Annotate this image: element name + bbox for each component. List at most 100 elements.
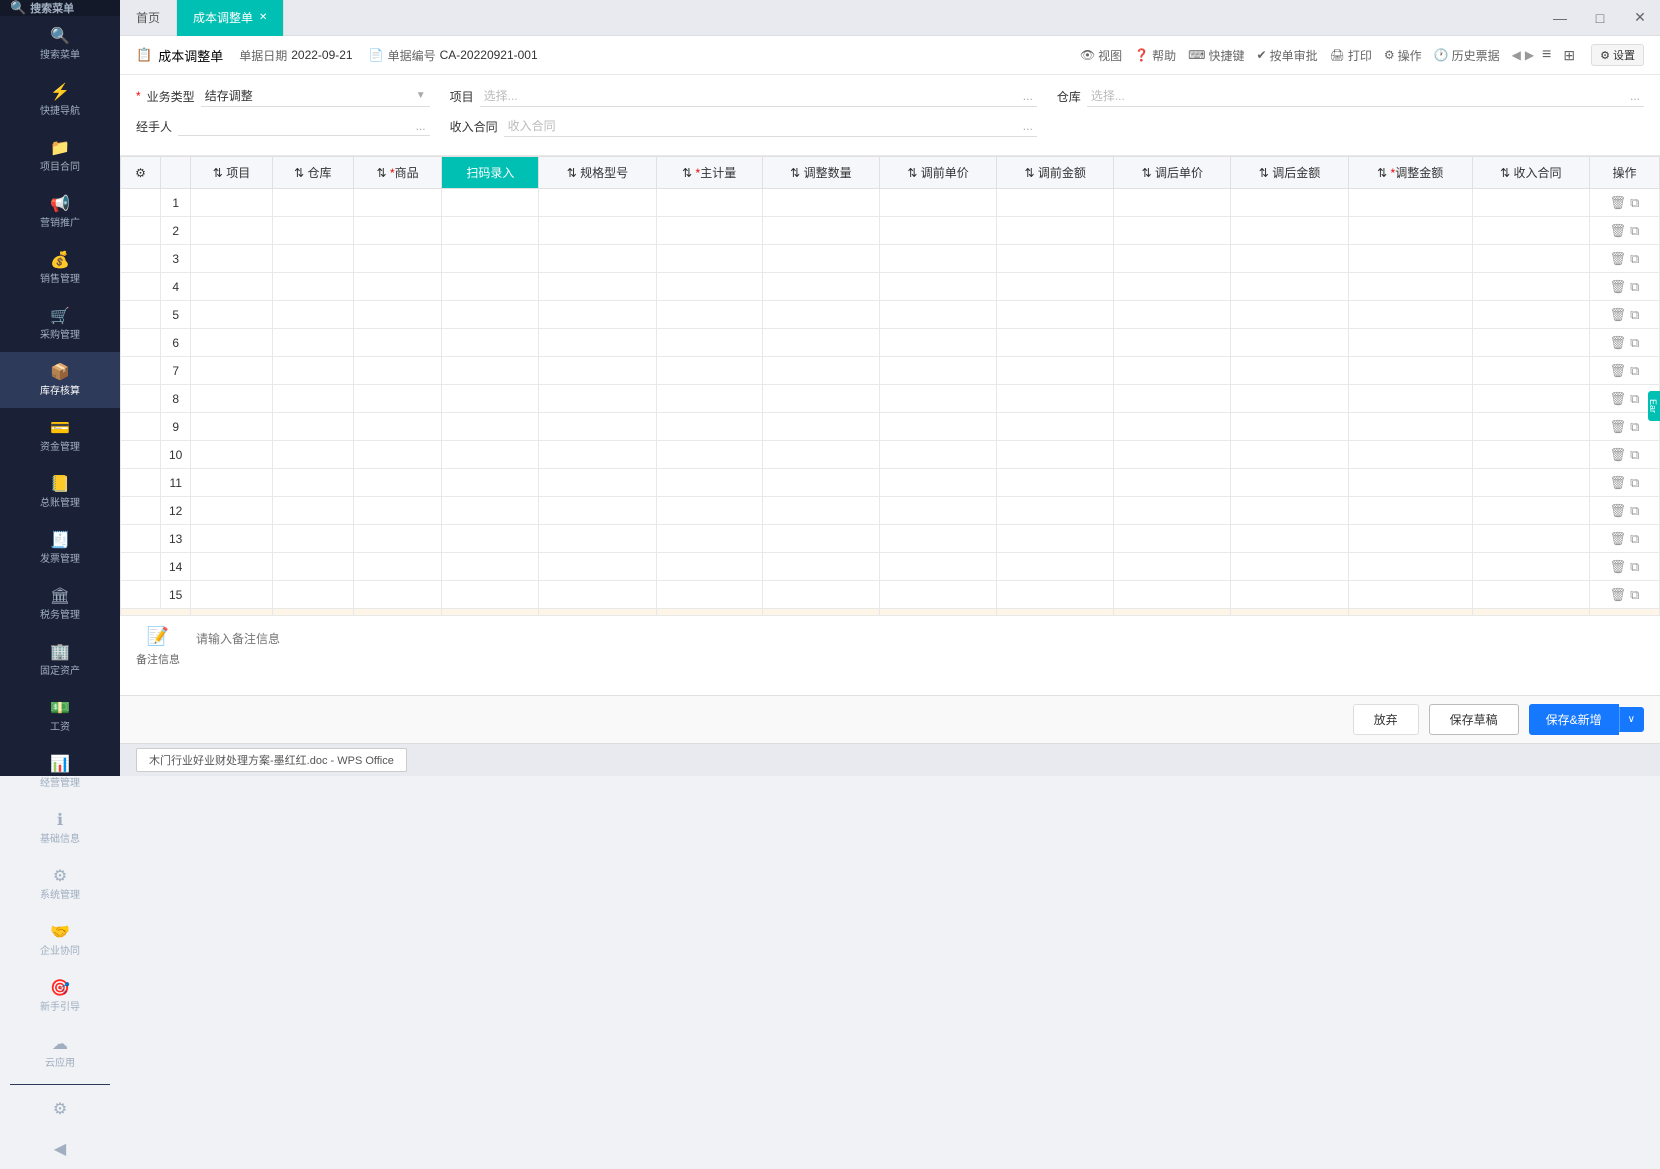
income-sort-icon[interactable]: ⇅: [1500, 166, 1510, 180]
save-draft-button[interactable]: 保存草稿: [1429, 704, 1519, 735]
row-post-price-2[interactable]: [1114, 217, 1231, 245]
row-spec-14[interactable]: [539, 553, 656, 581]
row-delete-7[interactable]: 🗑: [1610, 363, 1627, 379]
row-income-contract-3[interactable]: [1472, 245, 1589, 273]
row-post-price-1[interactable]: [1114, 189, 1231, 217]
sidebar-item-sys-mgmt[interactable]: ⚙ 系统管理: [0, 856, 120, 912]
row-pre-amt-12[interactable]: [997, 497, 1114, 525]
row-project-14[interactable]: [191, 553, 272, 581]
row-spec-13[interactable]: [539, 525, 656, 553]
row-warehouse-10[interactable]: [272, 441, 353, 469]
row-scan-13[interactable]: [442, 525, 539, 553]
row-unit-10[interactable]: [656, 441, 762, 469]
discard-button[interactable]: 放弃: [1353, 704, 1419, 735]
row-income-contract-10[interactable]: [1472, 441, 1589, 469]
sidebar-item-ops-mgmt[interactable]: 📊 经营管理: [0, 744, 120, 800]
row-project-11[interactable]: [191, 469, 272, 497]
sidebar-item-fixed-assets[interactable]: 🏢 固定资产: [0, 632, 120, 688]
action-history[interactable]: 🕐 历史票据: [1434, 47, 1500, 64]
sidebar-item-inventory[interactable]: 📦 库存核算: [0, 352, 120, 408]
sidebar-item-invoice-mgmt[interactable]: 🧾 发票管理: [0, 520, 120, 576]
row-unit-5[interactable]: [656, 301, 762, 329]
row-copy-13[interactable]: ⧉: [1630, 531, 1639, 547]
row-adj-amt-14[interactable]: [1348, 553, 1472, 581]
row-post-price-12[interactable]: [1114, 497, 1231, 525]
row-project-13[interactable]: [191, 525, 272, 553]
row-spec-7[interactable]: [539, 357, 656, 385]
row-income-contract-15[interactable]: [1472, 581, 1589, 609]
row-qty-12[interactable]: [762, 497, 879, 525]
sidebar-item-settings[interactable]: ⚙: [0, 1089, 120, 1129]
row-copy-2[interactable]: ⧉: [1630, 223, 1639, 239]
row-spec-8[interactable]: [539, 385, 656, 413]
row-income-contract-6[interactable]: [1472, 329, 1589, 357]
sidebar-item-collapse[interactable]: ◀: [0, 1129, 120, 1169]
row-pre-amt-1[interactable]: [997, 189, 1114, 217]
row-scan-12[interactable]: [442, 497, 539, 525]
row-project-12[interactable]: [191, 497, 272, 525]
row-scan-9[interactable]: [442, 413, 539, 441]
row-spec-11[interactable]: [539, 469, 656, 497]
row-post-price-5[interactable]: [1114, 301, 1231, 329]
row-pre-price-8[interactable]: [879, 385, 996, 413]
row-pre-price-13[interactable]: [879, 525, 996, 553]
row-post-amt-15[interactable]: [1231, 581, 1348, 609]
row-scan-6[interactable]: [442, 329, 539, 357]
row-pre-amt-6[interactable]: [997, 329, 1114, 357]
sidebar-item-quick-nav[interactable]: ⚡ 快捷导航: [0, 72, 120, 128]
row-pre-price-11[interactable]: [879, 469, 996, 497]
taskbar-wps-item[interactable]: 木门行业好业财处理方案-墨红红.doc - WPS Office: [136, 748, 407, 772]
row-pre-price-9[interactable]: [879, 413, 996, 441]
row-pre-amt-7[interactable]: [997, 357, 1114, 385]
row-post-amt-10[interactable]: [1231, 441, 1348, 469]
row-warehouse-8[interactable]: [272, 385, 353, 413]
row-post-amt-1[interactable]: [1231, 189, 1348, 217]
row-unit-1[interactable]: [656, 189, 762, 217]
row-adj-amt-6[interactable]: [1348, 329, 1472, 357]
row-post-amt-12[interactable]: [1231, 497, 1348, 525]
row-post-amt-7[interactable]: [1231, 357, 1348, 385]
row-product-2[interactable]: [353, 217, 441, 245]
row-copy-4[interactable]: ⧉: [1630, 279, 1639, 295]
row-post-price-13[interactable]: [1114, 525, 1231, 553]
row-product-5[interactable]: [353, 301, 441, 329]
warehouse-sort-icon[interactable]: ⇅: [294, 166, 304, 180]
nav-prev[interactable]: ◀: [1512, 48, 1521, 62]
row-scan-7[interactable]: [442, 357, 539, 385]
row-project-6[interactable]: [191, 329, 272, 357]
row-qty-4[interactable]: [762, 273, 879, 301]
minimize-button[interactable]: —: [1540, 0, 1580, 36]
right-edge-indicator[interactable]: Ear: [1648, 391, 1660, 421]
row-income-contract-4[interactable]: [1472, 273, 1589, 301]
row-qty-9[interactable]: [762, 413, 879, 441]
row-copy-10[interactable]: ⧉: [1630, 447, 1639, 463]
action-print[interactable]: 🖨 打印: [1330, 47, 1372, 64]
row-adj-amt-10[interactable]: [1348, 441, 1472, 469]
row-spec-12[interactable]: [539, 497, 656, 525]
row-copy-1[interactable]: ⧉: [1630, 195, 1639, 211]
row-pre-amt-2[interactable]: [997, 217, 1114, 245]
row-unit-3[interactable]: [656, 245, 762, 273]
row-spec-4[interactable]: [539, 273, 656, 301]
row-project-15[interactable]: [191, 581, 272, 609]
row-adj-amt-13[interactable]: [1348, 525, 1472, 553]
row-warehouse-15[interactable]: [272, 581, 353, 609]
row-income-contract-12[interactable]: [1472, 497, 1589, 525]
row-post-price-11[interactable]: [1114, 469, 1231, 497]
row-project-4[interactable]: [191, 273, 272, 301]
pre-amt-sort-icon[interactable]: ⇅: [1024, 166, 1034, 180]
sidebar-item-payroll[interactable]: 💵 工资: [0, 688, 120, 744]
row-post-amt-11[interactable]: [1231, 469, 1348, 497]
row-warehouse-11[interactable]: [272, 469, 353, 497]
row-product-7[interactable]: [353, 357, 441, 385]
row-qty-1[interactable]: [762, 189, 879, 217]
row-delete-4[interactable]: 🗑: [1610, 279, 1627, 295]
row-copy-3[interactable]: ⧉: [1630, 251, 1639, 267]
sidebar-item-basic-info[interactable]: ℹ 基础信息: [0, 800, 120, 856]
row-unit-11[interactable]: [656, 469, 762, 497]
row-product-1[interactable]: [353, 189, 441, 217]
qty-sort-icon[interactable]: ⇅: [790, 166, 800, 180]
row-project-8[interactable]: [191, 385, 272, 413]
row-pre-amt-11[interactable]: [997, 469, 1114, 497]
view-grid-icon[interactable]: ⊞: [1559, 45, 1579, 66]
